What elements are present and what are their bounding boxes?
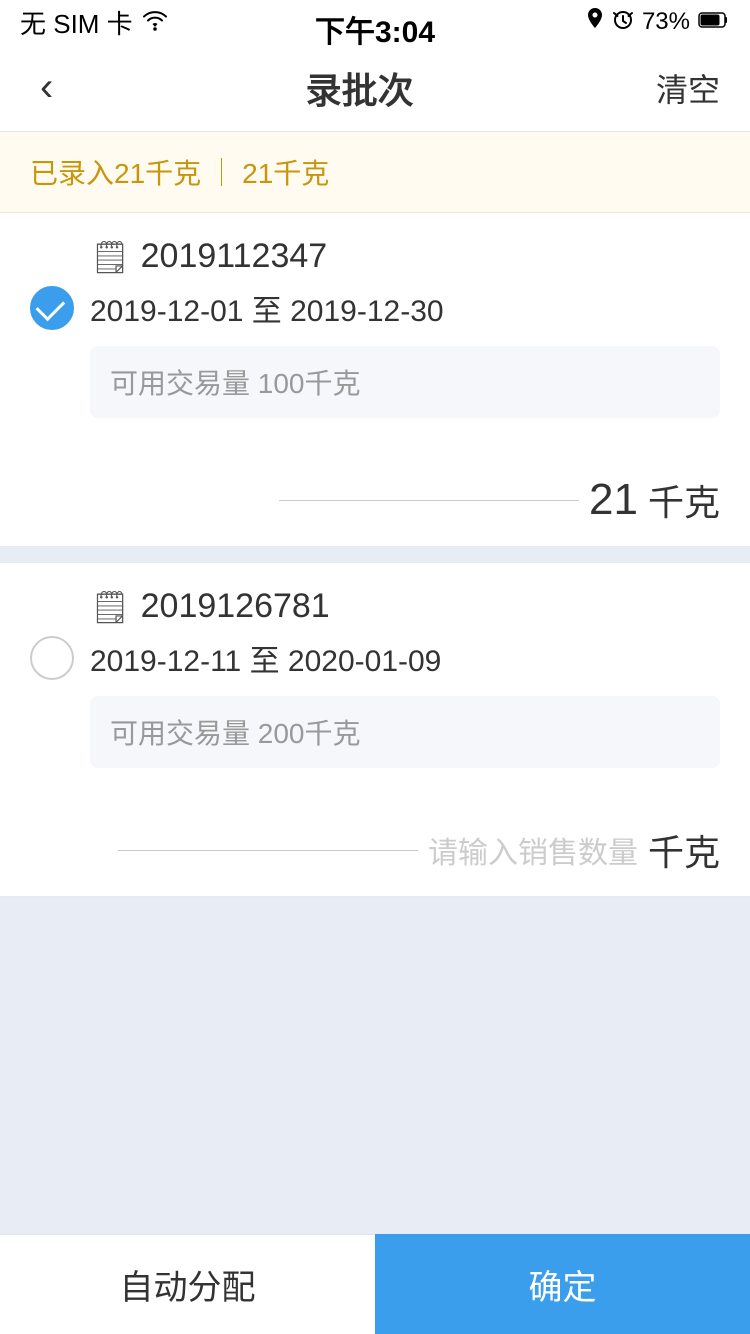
carrier-text: 无 SIM 卡 bbox=[20, 4, 133, 41]
batch-1-date-row: 2019-12-01 至 2019-12-30 bbox=[30, 286, 720, 330]
batch-1-date: 2019-12-01 至 2019-12-30 bbox=[90, 286, 444, 330]
batch-2-input-row[interactable]: 请输入销售数量 千克 bbox=[0, 808, 750, 897]
batch-1-amount-underline bbox=[279, 500, 579, 501]
batch-2-input-underline bbox=[118, 850, 418, 851]
auto-distribute-button[interactable]: 自动分配 bbox=[0, 1234, 375, 1334]
status-bar: 无 SIM 卡 下午3:04 73% bbox=[0, 0, 750, 44]
summary-value: 21千克 bbox=[242, 152, 329, 192]
confirm-label: 确定 bbox=[529, 1260, 597, 1309]
batch-2-date: 2019-12-11 至 2020-01-09 bbox=[90, 636, 441, 680]
status-left: 无 SIM 卡 bbox=[20, 4, 169, 41]
batch-1-available: 可用交易量 100千克 bbox=[90, 346, 720, 418]
main-content: 已录入21千克 21千克 🗒 2019112347 2019-12-01 至 2… bbox=[0, 132, 750, 1234]
page-title: 录批次 bbox=[306, 62, 414, 114]
alarm-icon bbox=[612, 8, 634, 37]
section-divider-1 bbox=[0, 547, 750, 563]
batch-1-amount-value[interactable]: 21 bbox=[589, 475, 638, 525]
batch-2-id: 2019126781 bbox=[141, 587, 330, 626]
auto-distribute-label: 自动分配 bbox=[120, 1260, 256, 1309]
summary-bar: 已录入21千克 21千克 bbox=[0, 132, 750, 213]
batch-1-amount-row: 21 千克 bbox=[0, 458, 750, 547]
batch-2-icon: 🗒 bbox=[90, 588, 131, 626]
batch-1-id-row: 🗒 2019112347 bbox=[30, 237, 720, 276]
batch-1-available-text: 可用交易量 100千克 bbox=[110, 368, 361, 399]
battery-icon bbox=[698, 8, 730, 36]
batch-2-checkbox[interactable] bbox=[30, 636, 74, 680]
clear-button[interactable]: 清空 bbox=[656, 65, 720, 111]
batch-1-amount-unit: 千克 bbox=[648, 474, 720, 526]
batch-1-icon: 🗒 bbox=[90, 238, 131, 276]
bottom-bar: 自动分配 确定 bbox=[0, 1234, 750, 1334]
batch-2-available: 可用交易量 200千克 bbox=[90, 696, 720, 768]
batch-card-2: 🗒 2019126781 2019-12-11 至 2020-01-09 可用交… bbox=[0, 563, 750, 897]
wifi-icon bbox=[141, 7, 169, 38]
confirm-button[interactable]: 确定 bbox=[375, 1234, 750, 1334]
location-icon bbox=[586, 8, 604, 37]
status-time: 下午3:04 bbox=[315, 7, 435, 51]
batch-2-input-unit: 千克 bbox=[648, 824, 720, 876]
batch-2-id-row: 🗒 2019126781 bbox=[30, 587, 720, 626]
batch-2-available-text: 可用交易量 200千克 bbox=[110, 718, 361, 749]
status-right: 73% bbox=[586, 8, 730, 37]
batch-card-1-inner: 🗒 2019112347 2019-12-01 至 2019-12-30 可用交… bbox=[0, 213, 750, 458]
battery-percent: 73% bbox=[642, 8, 690, 36]
summary-label: 已录入21千克 bbox=[30, 152, 201, 192]
batch-2-input-placeholder: 请输入销售数量 bbox=[428, 828, 638, 872]
batch-1-id: 2019112347 bbox=[141, 237, 328, 276]
batch-1-checkbox[interactable] bbox=[30, 286, 74, 330]
batch-card-2-inner: 🗒 2019126781 2019-12-11 至 2020-01-09 可用交… bbox=[0, 563, 750, 808]
back-button[interactable]: ‹ bbox=[30, 55, 63, 120]
summary-divider bbox=[221, 158, 222, 186]
nav-bar: ‹ 录批次 清空 bbox=[0, 44, 750, 132]
batch-2-date-row: 2019-12-11 至 2020-01-09 bbox=[30, 636, 720, 680]
batch-card-1: 🗒 2019112347 2019-12-01 至 2019-12-30 可用交… bbox=[0, 213, 750, 547]
empty-area bbox=[0, 897, 750, 1234]
